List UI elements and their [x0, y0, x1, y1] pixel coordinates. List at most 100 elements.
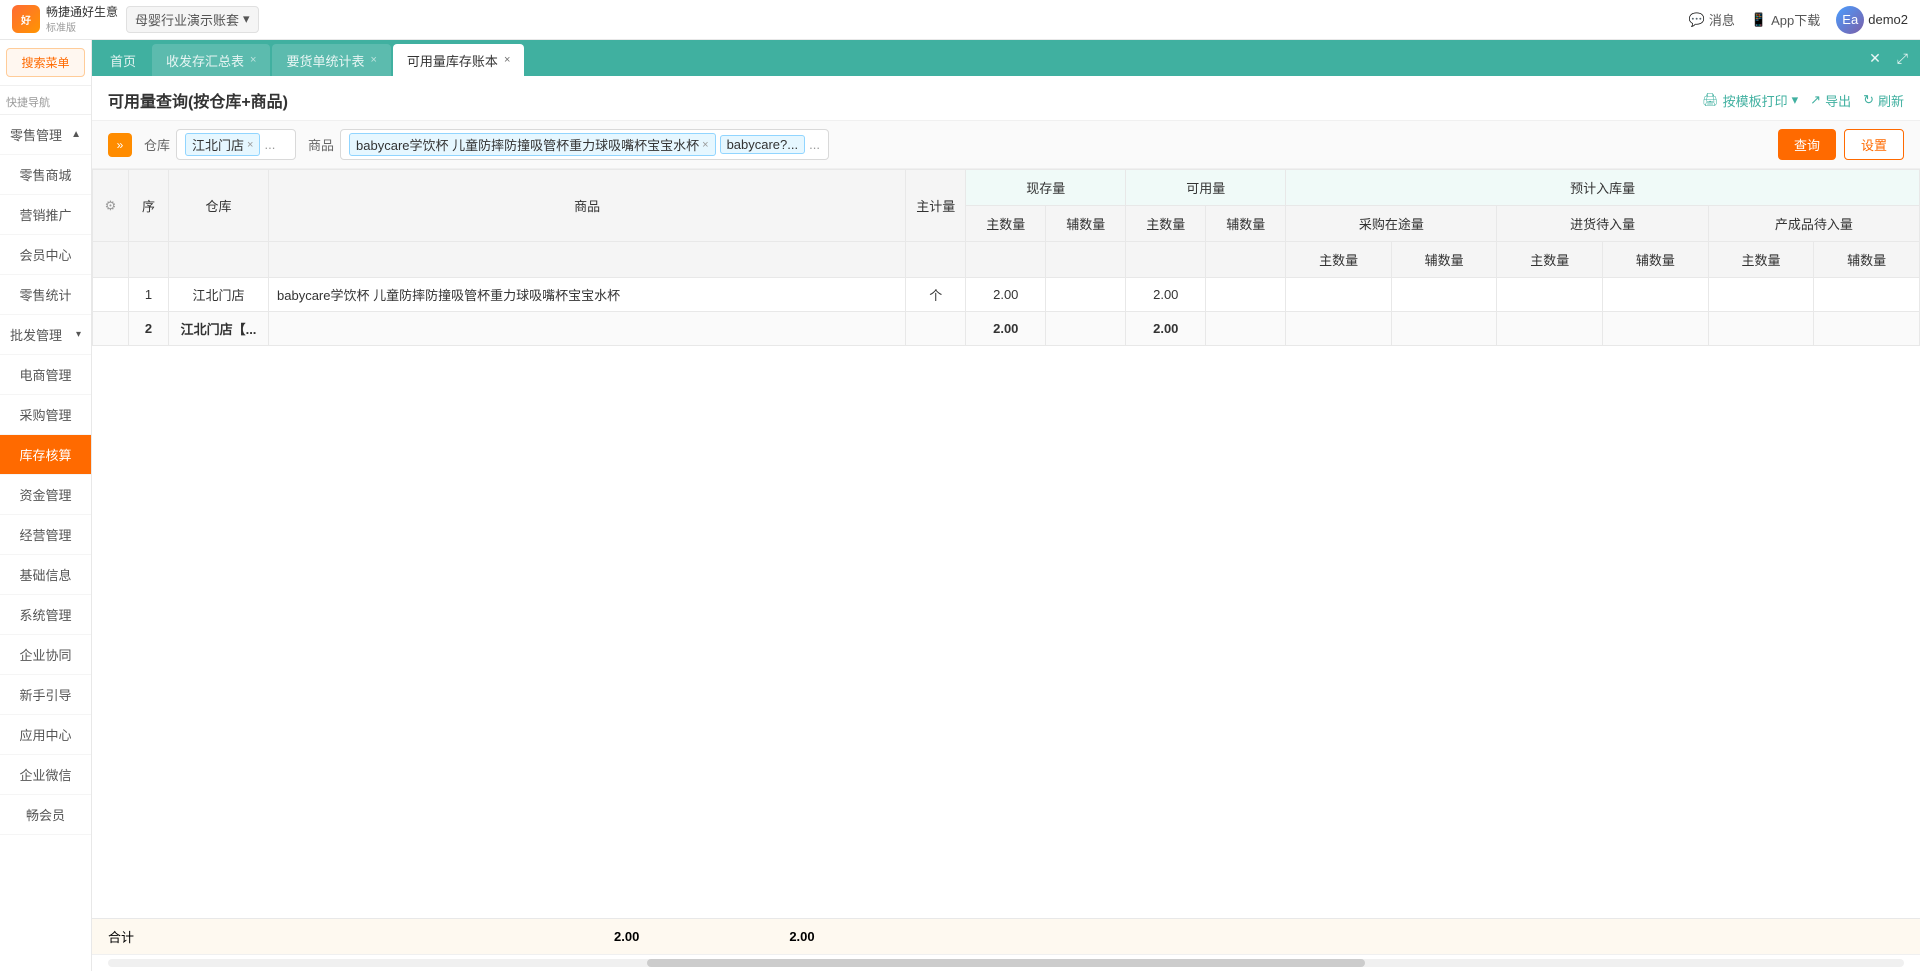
sidebar-item-label: 资金管理 — [19, 485, 71, 504]
sidebar-item-finance[interactable]: 资金管理 — [0, 475, 91, 515]
product-tag-1-remove[interactable]: × — [702, 139, 708, 151]
warehouse-tag: 江北门店 × — [185, 133, 260, 156]
industry-label: 母婴行业演示账套 — [135, 10, 239, 29]
th-avail-aux: 辅数量 — [1206, 206, 1286, 242]
sidebar-item-label: 系统管理 — [19, 605, 71, 624]
cell-product: babycare学饮杯 儿童防摔防撞吸管杯重力球吸嘴杯宝宝水杯 — [269, 278, 906, 312]
logo-area: 好 畅捷通好生意 标准版 — [12, 5, 118, 34]
tab-bar-right: ✕ ⤢ — [1865, 40, 1916, 76]
sidebar-item-marketing[interactable]: 营销推广 — [0, 195, 91, 235]
cell-avail-main: 2.00 — [1126, 312, 1206, 346]
tab-receipt-summary-label: 收发存汇总表 — [166, 51, 244, 70]
th-sub-no — [129, 242, 169, 278]
cell-unit — [906, 312, 966, 346]
cell-stock-aux — [1046, 312, 1126, 346]
product-tag-1-text: babycare学饮杯 儿童防摔防撞吸管杯重力球吸嘴杯宝宝水杯 — [356, 135, 699, 154]
print-label: 按模板打印 — [1723, 91, 1788, 110]
th-incoming-pending: 进货待入量 — [1497, 206, 1708, 242]
sidebar-item-purchase[interactable]: 采购管理 — [0, 395, 91, 435]
th-gear[interactable]: ⚙ — [93, 170, 129, 242]
sidebar-item-retail-stats[interactable]: 零售统计 — [0, 275, 91, 315]
tab-receipt-summary-close[interactable]: × — [250, 54, 256, 66]
top-bar: 好 畅捷通好生意 标准版 母婴行业演示账套 ▾ 💬 消息 📱 App下载 Ea … — [0, 0, 1920, 40]
sidebar-item-enterprise[interactable]: 企业协同 — [0, 635, 91, 675]
th-stock-aux: 辅数量 — [1046, 206, 1126, 242]
cell-warehouse: 江北门店【... — [169, 312, 269, 346]
industry-selector[interactable]: 母婴行业演示账套 ▾ — [126, 6, 259, 33]
th-sub-warehouse — [169, 242, 269, 278]
warehouse-tag-remove[interactable]: × — [247, 139, 253, 151]
search-menu-button[interactable]: 搜索菜单 — [6, 48, 85, 77]
cell-product — [269, 312, 906, 346]
filter-actions: 查询 设置 — [1778, 129, 1904, 160]
sidebar-search-area: 搜索菜单 — [0, 40, 91, 86]
refresh-btn[interactable]: ↻ 刷新 — [1863, 91, 1904, 110]
download-label: App下载 — [1771, 10, 1820, 29]
warehouse-filter-tags[interactable]: 江北门店 × ... — [176, 129, 296, 160]
sidebar-item-ecommerce[interactable]: 电商管理 — [0, 355, 91, 395]
user-profile[interactable]: Ea demo2 — [1836, 6, 1908, 34]
th-purchase-transit: 采购在途量 — [1286, 206, 1497, 242]
sidebar-item-operations[interactable]: 经营管理 — [0, 515, 91, 555]
page-header: 可用量查询(按仓库+商品) 🖨 按模板打印 ▾ ↗ 导出 ↻ 刷新 — [92, 76, 1920, 121]
sidebar-item-member[interactable]: 会员中心 — [0, 235, 91, 275]
sidebar-item-label: 零售商城 — [19, 165, 71, 184]
cell-purchase-main — [1286, 278, 1392, 312]
cell-stock-main: 2.00 — [966, 312, 1046, 346]
app-name: 畅捷通好生意 — [46, 5, 118, 19]
horizontal-scrollbar[interactable] — [108, 959, 1904, 967]
sidebar-item-label: 企业协同 — [19, 645, 71, 664]
footer-avail-total: 2.00 — [789, 929, 814, 944]
column-settings-icon[interactable]: ⚙ — [105, 198, 117, 213]
sidebar-item-app-center[interactable]: 应用中心 — [0, 715, 91, 755]
maximize-btn[interactable]: ⤢ — [1893, 50, 1912, 67]
tab-available-ledger-close[interactable]: × — [504, 54, 510, 66]
message-action[interactable]: 💬 消息 — [1689, 10, 1735, 29]
sidebar-item-retail-mgmt[interactable]: 零售管理 ▲ — [0, 115, 91, 155]
product-tag-2: babycare?... — [720, 135, 806, 154]
sidebar-item-vip[interactable]: 畅会员 — [0, 795, 91, 835]
tab-home[interactable]: 首页 — [96, 44, 150, 76]
sidebar-item-basics[interactable]: 基础信息 — [0, 555, 91, 595]
sidebar-item-system[interactable]: 系统管理 — [0, 595, 91, 635]
warehouse-tag-text: 江北门店 — [192, 135, 244, 154]
sidebar-nav-label: 快捷导航 — [0, 86, 91, 115]
content-area: 首页 收发存汇总表 × 要货单统计表 × 可用量库存账本 × ✕ ⤢ — [92, 40, 1920, 971]
th-sub-avail-aux — [1206, 242, 1286, 278]
tab-receipt-summary[interactable]: 收发存汇总表 × — [152, 44, 270, 76]
sidebar-item-wechat[interactable]: 企业微信 — [0, 755, 91, 795]
sidebar-item-label: 零售统计 — [19, 285, 71, 304]
product-filter-tags[interactable]: babycare学饮杯 儿童防摔防撞吸管杯重力球吸嘴杯宝宝水杯 × babyca… — [340, 129, 829, 160]
sidebar-item-retail-store[interactable]: 零售商城 — [0, 155, 91, 195]
print-template-btn[interactable]: 🖨 按模板打印 ▾ — [1702, 91, 1798, 110]
product-filter-more[interactable]: ... — [809, 137, 820, 152]
cell-finished-main — [1708, 278, 1814, 312]
th-available: 可用量 — [1126, 170, 1286, 206]
scroll-thumb[interactable] — [647, 959, 1365, 967]
sidebar-item-newbie[interactable]: 新手引导 — [0, 675, 91, 715]
tab-order-stats[interactable]: 要货单统计表 × — [272, 44, 390, 76]
download-action[interactable]: 📱 App下载 — [1751, 10, 1820, 29]
avatar: Ea — [1836, 6, 1864, 34]
page-title: 可用量查询(按仓库+商品) — [108, 88, 288, 112]
sidebar-item-wholesale[interactable]: 批发管理 ▾ — [0, 315, 91, 355]
th-product: 商品 — [269, 170, 906, 242]
tab-order-stats-close[interactable]: × — [370, 54, 376, 66]
query-button[interactable]: 查询 — [1778, 129, 1836, 160]
top-bar-left: 好 畅捷通好生意 标准版 母婴行业演示账套 ▾ — [12, 5, 259, 34]
sidebar-item-label: 会员中心 — [19, 245, 71, 264]
expand-filter-btn[interactable]: » — [108, 133, 132, 157]
page-actions: 🖨 按模板打印 ▾ ↗ 导出 ↻ 刷新 — [1702, 91, 1904, 110]
th-purchase-main: 主数量 — [1286, 242, 1392, 278]
sidebar-item-inventory[interactable]: 库存核算 — [0, 435, 91, 475]
export-btn[interactable]: ↗ 导出 — [1810, 91, 1851, 110]
cell-purchase-main — [1286, 312, 1392, 346]
close-window-btn[interactable]: ✕ — [1865, 50, 1885, 67]
sidebar-item-label: 零售管理 — [10, 125, 62, 144]
app-edition: 标准版 — [46, 19, 118, 34]
message-icon: 💬 — [1689, 12, 1705, 28]
tab-available-ledger[interactable]: 可用量库存账本 × — [393, 44, 524, 76]
settings-button[interactable]: 设置 — [1844, 129, 1904, 160]
warehouse-filter-more[interactable]: ... — [264, 137, 275, 152]
tab-home-label: 首页 — [110, 51, 136, 70]
